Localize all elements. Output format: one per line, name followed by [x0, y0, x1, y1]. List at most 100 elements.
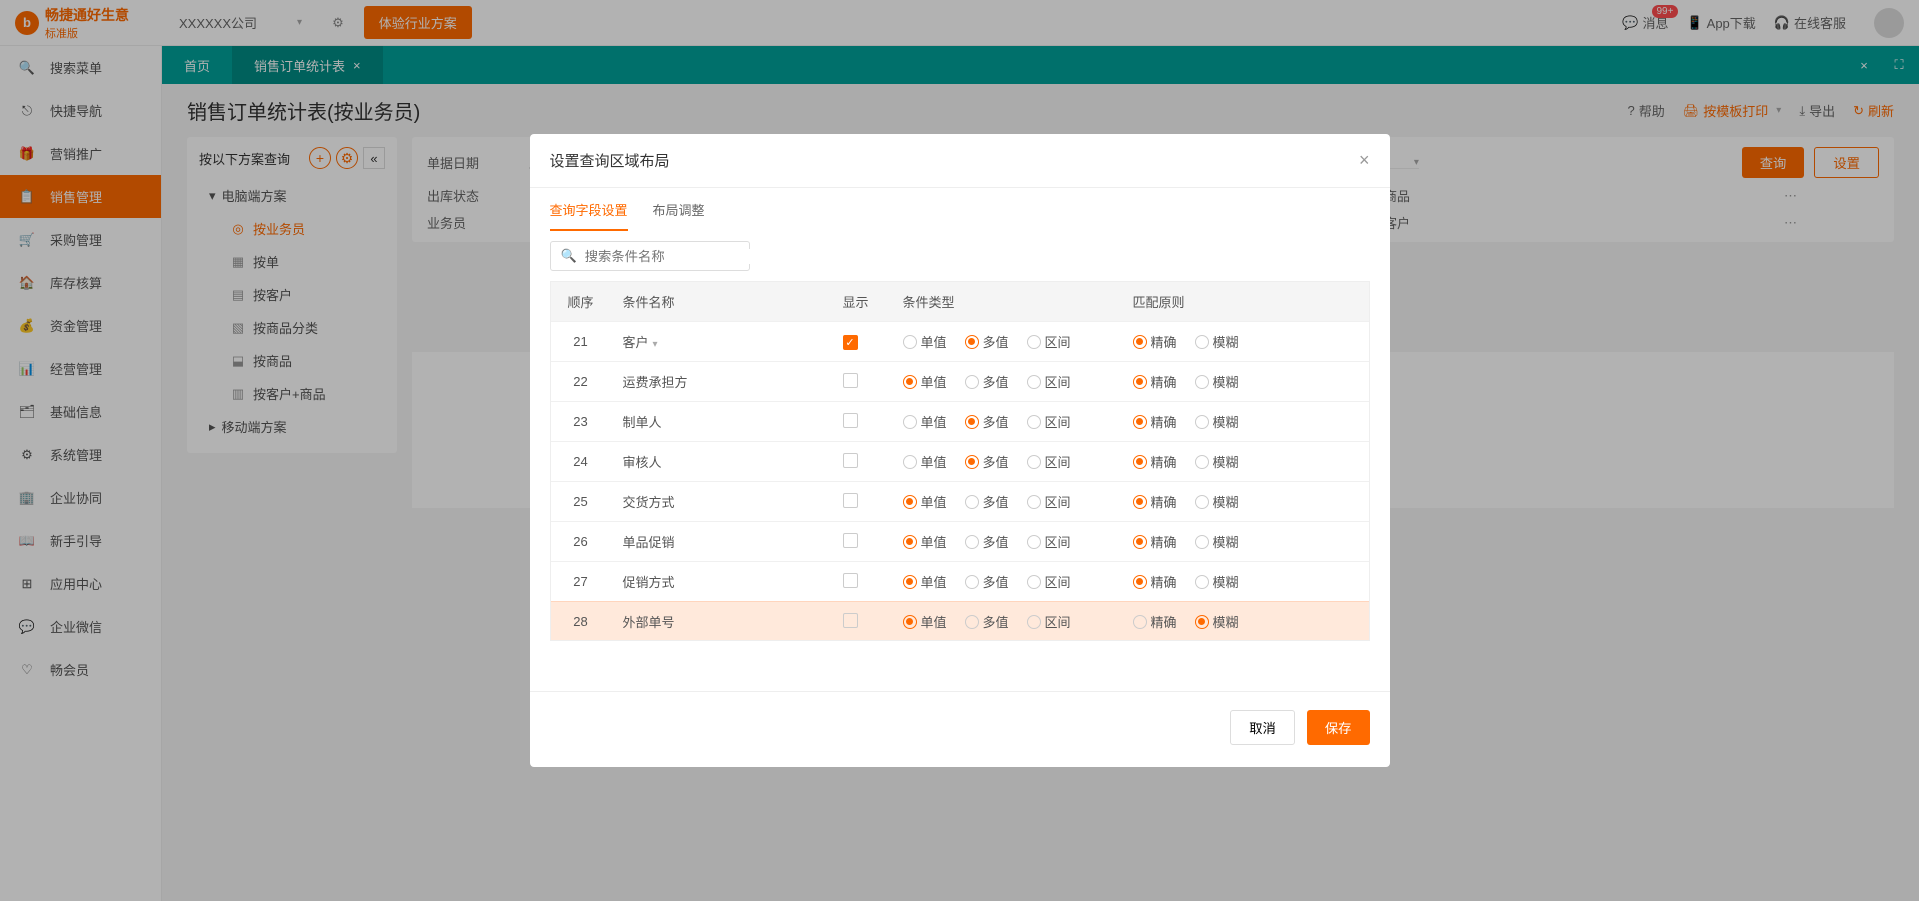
radio-icon: [1195, 375, 1209, 389]
table-row: 22运费承担方单值多值区间精确模糊: [551, 362, 1369, 402]
cell-type: 单值多值区间: [891, 402, 1121, 442]
radio-type-multi[interactable]: 多值: [965, 492, 1009, 511]
radio-type-multi[interactable]: 多值: [965, 612, 1009, 631]
th-type: 条件类型: [891, 282, 1121, 322]
radio-type-range[interactable]: 区间: [1027, 492, 1071, 511]
cell-match: 精确模糊: [1121, 322, 1369, 362]
radio-match-fuzzy[interactable]: 模糊: [1195, 332, 1239, 351]
radio-match-fuzzy[interactable]: 模糊: [1195, 372, 1239, 391]
radio-type-single[interactable]: 单值: [903, 492, 947, 511]
radio-icon: [1195, 415, 1209, 429]
cell-name: 促销方式: [611, 562, 831, 602]
tab-layout-adjust[interactable]: 布局调整: [653, 200, 705, 231]
table-row: 24审核人单值多值区间精确模糊: [551, 442, 1369, 482]
show-checkbox[interactable]: ✓: [843, 335, 858, 350]
radio-icon: [1195, 615, 1209, 629]
radio-type-single[interactable]: 单值: [903, 612, 947, 631]
show-checkbox[interactable]: [843, 453, 858, 468]
cell-show: [831, 362, 891, 402]
cell-name: 单品促销: [611, 522, 831, 562]
save-button[interactable]: 保存: [1307, 710, 1370, 745]
radio-icon: [1133, 535, 1147, 549]
radio-type-range[interactable]: 区间: [1027, 572, 1071, 591]
radio-match-fuzzy[interactable]: 模糊: [1195, 612, 1239, 631]
th-show: 显示: [831, 282, 891, 322]
radio-type-single[interactable]: 单值: [903, 532, 947, 551]
radio-type-multi[interactable]: 多值: [965, 532, 1009, 551]
show-checkbox[interactable]: [843, 573, 858, 588]
radio-icon: [1027, 495, 1041, 509]
radio-type-range[interactable]: 区间: [1027, 332, 1071, 351]
radio-type-multi[interactable]: 多值: [965, 372, 1009, 391]
radio-type-multi[interactable]: 多值: [965, 412, 1009, 431]
cell-match: 精确模糊: [1121, 442, 1369, 482]
cell-match: 精确模糊: [1121, 362, 1369, 402]
table-row: 26单品促销单值多值区间精确模糊: [551, 522, 1369, 562]
fields-table: 顺序 条件名称 显示 条件类型 匹配原则 21客户▾✓单值多值区间精确模糊22运…: [551, 282, 1369, 641]
cell-name: 客户▾: [611, 322, 831, 362]
cell-show: ✓: [831, 322, 891, 362]
radio-type-range[interactable]: 区间: [1027, 412, 1071, 431]
cell-name: 制单人: [611, 402, 831, 442]
radio-type-multi[interactable]: 多值: [965, 332, 1009, 351]
radio-match-exact[interactable]: 精确: [1133, 572, 1177, 591]
radio-type-single[interactable]: 单值: [903, 372, 947, 391]
cell-order: 23: [551, 402, 611, 442]
radio-icon: [1133, 415, 1147, 429]
radio-match-exact[interactable]: 精确: [1133, 412, 1177, 431]
modal-overlay: 设置查询区域布局 × 查询字段设置 布局调整 🔍 顺序 条件名称 显示 条件类型: [0, 0, 1919, 901]
chevron-down-icon[interactable]: ▾: [653, 339, 658, 350]
cell-match: 精确模糊: [1121, 562, 1369, 602]
radio-match-fuzzy[interactable]: 模糊: [1195, 452, 1239, 471]
cell-show: [831, 522, 891, 562]
radio-icon: [903, 375, 917, 389]
show-checkbox[interactable]: [843, 493, 858, 508]
radio-type-range[interactable]: 区间: [1027, 532, 1071, 551]
cell-order: 21: [551, 322, 611, 362]
radio-type-single[interactable]: 单值: [903, 572, 947, 591]
search-icon: 🔍: [561, 248, 577, 264]
radio-match-exact[interactable]: 精确: [1133, 492, 1177, 511]
radio-match-fuzzy[interactable]: 模糊: [1195, 492, 1239, 511]
cell-order: 27: [551, 562, 611, 602]
radio-type-multi[interactable]: 多值: [965, 452, 1009, 471]
radio-match-fuzzy[interactable]: 模糊: [1195, 532, 1239, 551]
radio-icon: [965, 615, 979, 629]
radio-type-range[interactable]: 区间: [1027, 612, 1071, 631]
radio-type-range[interactable]: 区间: [1027, 452, 1071, 471]
cell-show: [831, 602, 891, 642]
radio-match-fuzzy[interactable]: 模糊: [1195, 412, 1239, 431]
radio-icon: [1027, 455, 1041, 469]
th-match: 匹配原则: [1121, 282, 1369, 322]
show-checkbox[interactable]: [843, 373, 858, 388]
radio-type-single[interactable]: 单值: [903, 412, 947, 431]
radio-icon: [965, 335, 979, 349]
table-row: 25交货方式单值多值区间精确模糊: [551, 482, 1369, 522]
radio-icon: [1133, 495, 1147, 509]
radio-icon: [1027, 615, 1041, 629]
radio-type-range[interactable]: 区间: [1027, 372, 1071, 391]
radio-match-fuzzy[interactable]: 模糊: [1195, 572, 1239, 591]
cell-type: 单值多值区间: [891, 482, 1121, 522]
radio-match-exact[interactable]: 精确: [1133, 332, 1177, 351]
radio-type-single[interactable]: 单值: [903, 332, 947, 351]
search-input[interactable]: [585, 249, 762, 264]
radio-icon: [903, 495, 917, 509]
tab-field-settings[interactable]: 查询字段设置: [550, 200, 628, 231]
radio-match-exact[interactable]: 精确: [1133, 452, 1177, 471]
show-checkbox[interactable]: [843, 413, 858, 428]
radio-icon: [903, 415, 917, 429]
cell-name: 运费承担方: [611, 362, 831, 402]
radio-match-exact[interactable]: 精确: [1133, 372, 1177, 391]
cancel-button[interactable]: 取消: [1230, 710, 1295, 745]
th-name: 条件名称: [611, 282, 831, 322]
close-icon[interactable]: ×: [1359, 150, 1370, 171]
radio-match-exact[interactable]: 精确: [1133, 532, 1177, 551]
radio-match-exact[interactable]: 精确: [1133, 612, 1177, 631]
radio-type-multi[interactable]: 多值: [965, 572, 1009, 591]
layout-settings-modal: 设置查询区域布局 × 查询字段设置 布局调整 🔍 顺序 条件名称 显示 条件类型: [530, 134, 1390, 767]
radio-type-single[interactable]: 单值: [903, 452, 947, 471]
show-checkbox[interactable]: [843, 533, 858, 548]
radio-icon: [1195, 455, 1209, 469]
show-checkbox[interactable]: [843, 613, 858, 628]
